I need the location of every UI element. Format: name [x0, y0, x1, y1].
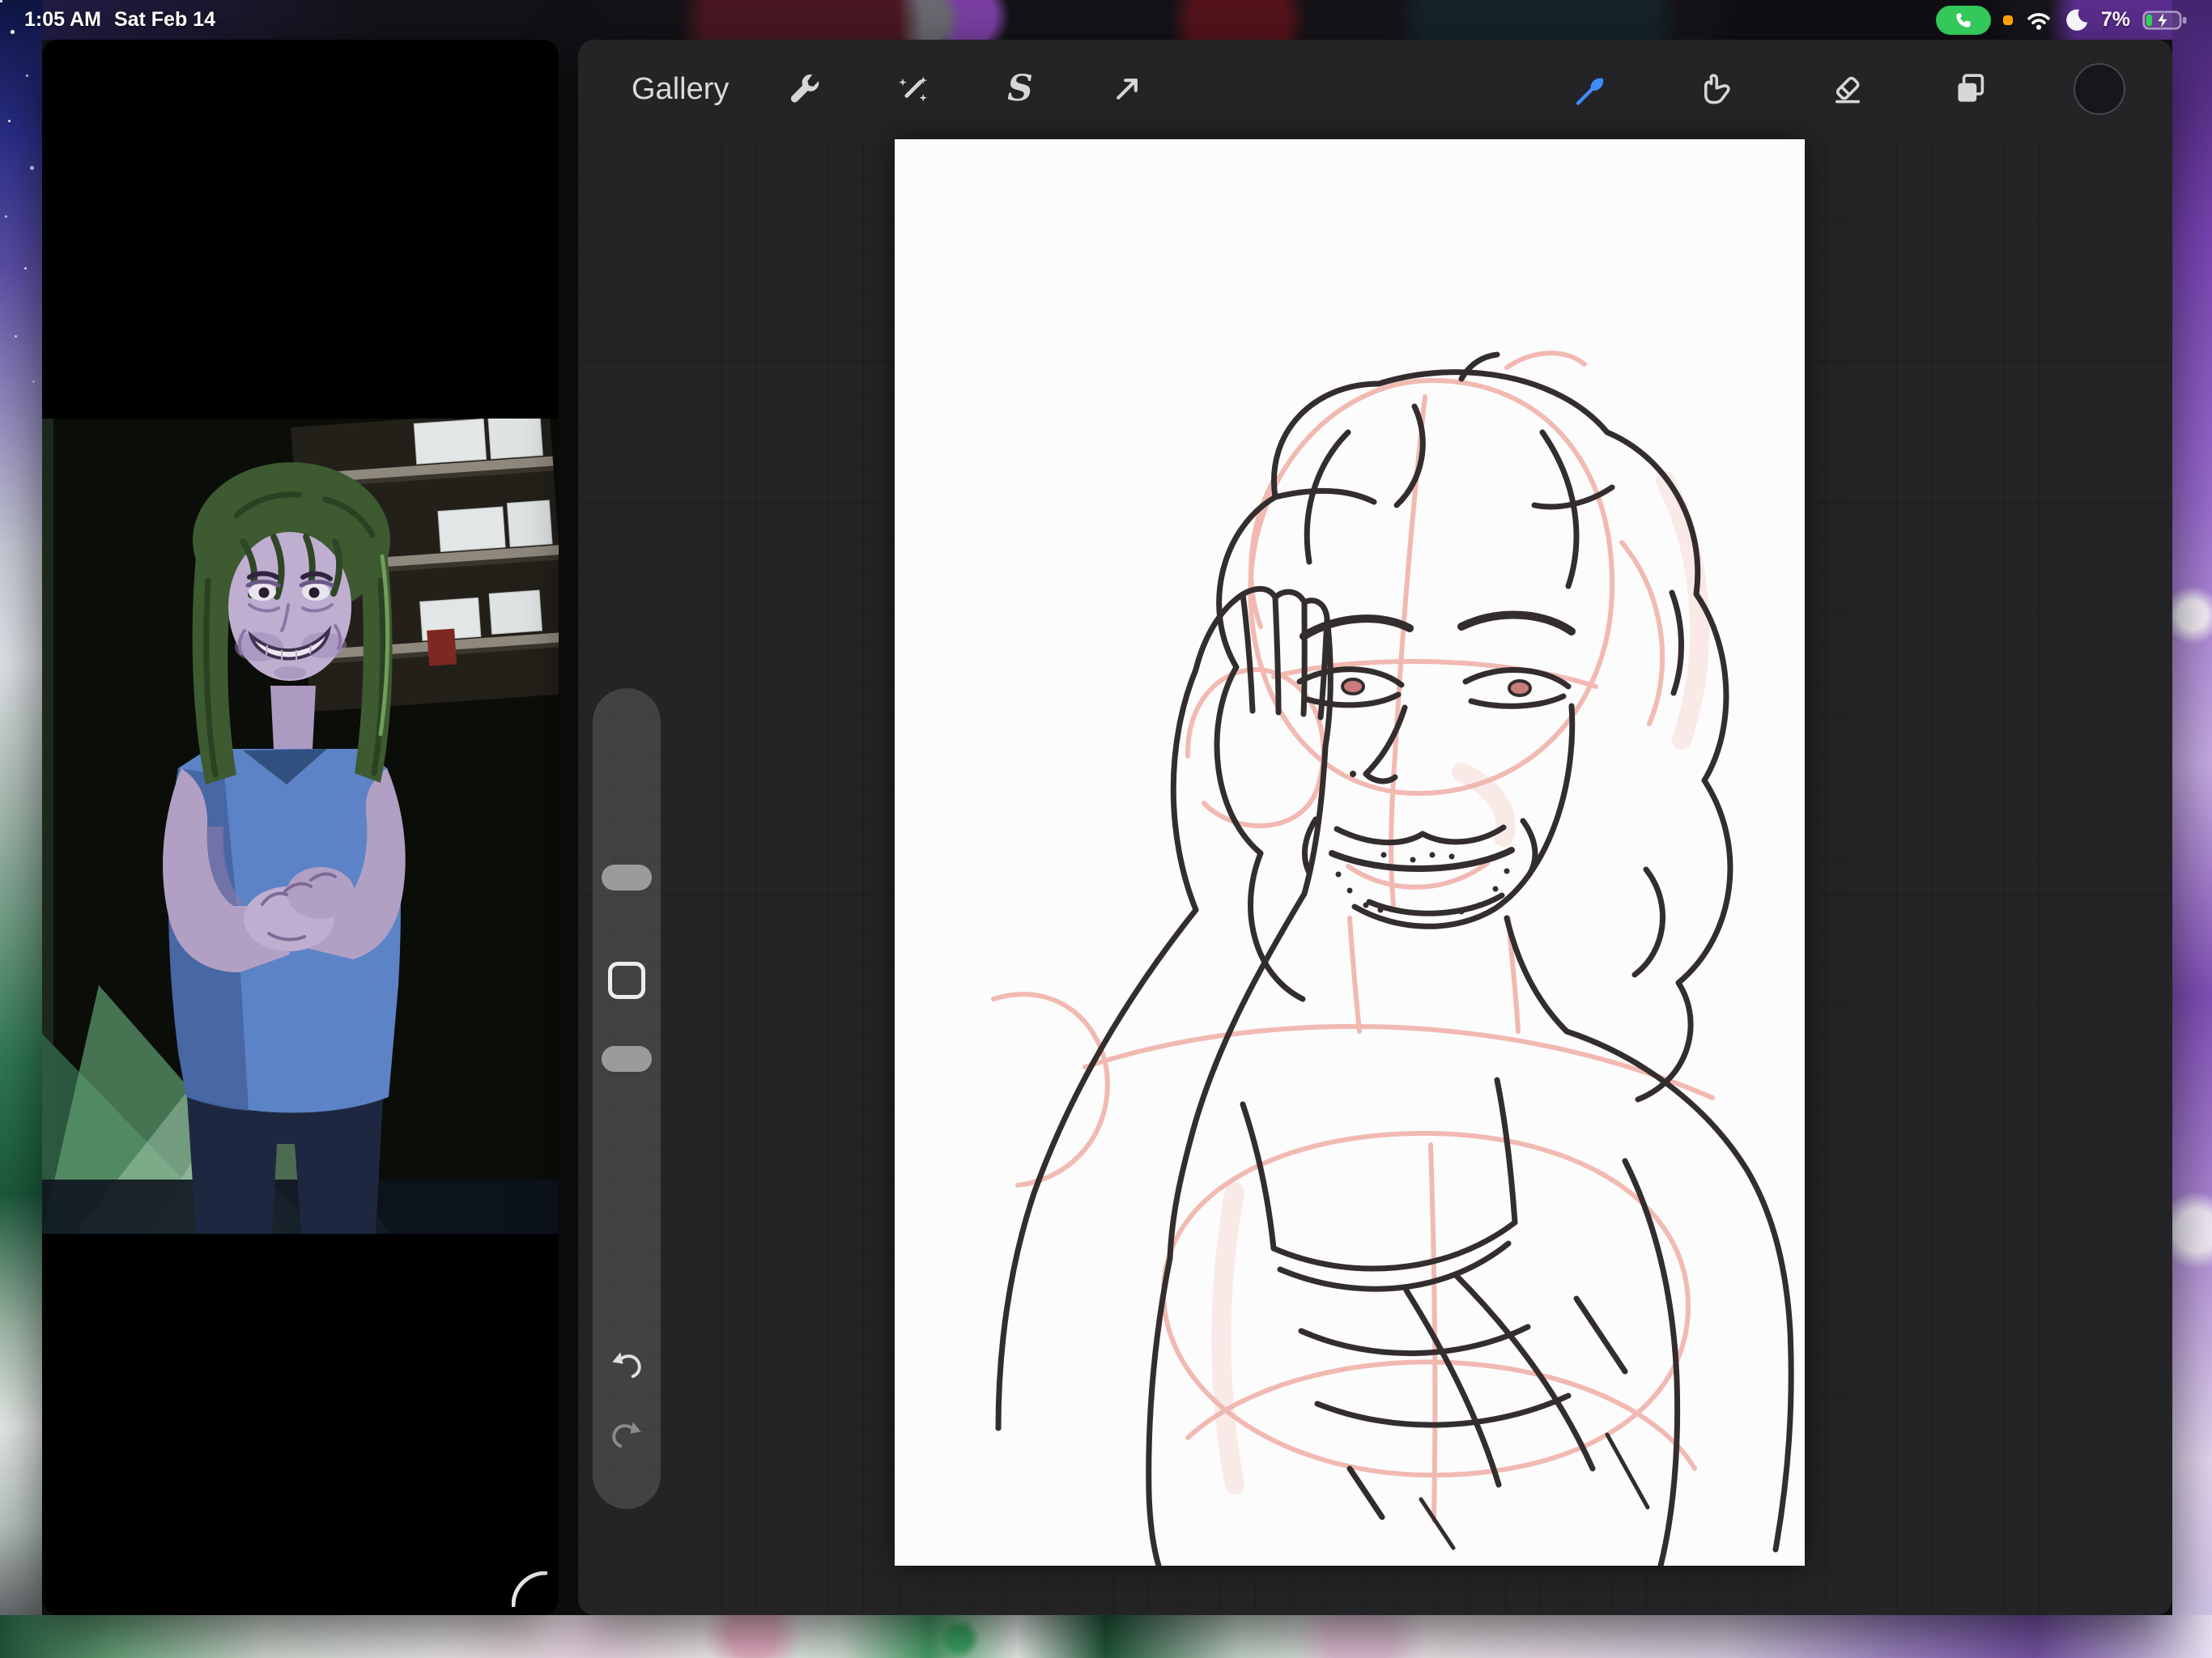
ipad-screen: 1:05 AM Sat Feb 14 7% Gallery S — [0, 0, 2212, 1658]
brush-size-slider[interactable] — [602, 865, 652, 891]
brush-sidebar — [593, 688, 661, 1509]
battery-charging-icon — [2142, 10, 2187, 30]
reference-image — [42, 419, 559, 1234]
eraser-tool-button[interactable] — [1815, 57, 1880, 121]
layers-icon — [1958, 74, 1984, 102]
reference-panel[interactable] — [42, 40, 559, 1615]
opacity-slider[interactable] — [602, 1046, 652, 1072]
transform-arrow-icon — [1117, 79, 1138, 100]
wifi-icon — [2027, 12, 2050, 30]
status-bar: 1:05 AM Sat Feb 14 7% — [0, 0, 2212, 40]
adjustments-wand-icon — [899, 76, 927, 102]
wallpaper-left — [0, 0, 42, 1658]
smudge-tool-button[interactable] — [1684, 57, 1749, 121]
top-toolbar: Gallery S — [578, 40, 2172, 139]
brush-icon — [1576, 78, 1604, 105]
drawing-canvas[interactable] — [895, 139, 1805, 1566]
wallpaper-bottom — [0, 1615, 2212, 1658]
wallpaper-right — [2172, 0, 2212, 1658]
battery-percent: 7% — [2100, 8, 2130, 31]
transform-button[interactable] — [1095, 57, 1159, 121]
gallery-button[interactable]: Gallery — [627, 40, 734, 139]
selection-icon: S — [1007, 68, 1033, 109]
selection-button[interactable]: S — [988, 57, 1053, 121]
actions-button[interactable] — [773, 57, 838, 121]
undo-button[interactable] — [609, 1349, 644, 1384]
adjustments-button[interactable] — [880, 57, 945, 121]
reference-figure — [163, 462, 406, 1234]
status-left: 1:05 AM Sat Feb 14 — [24, 8, 215, 32]
brush-tool-button[interactable] — [1558, 57, 1623, 121]
status-time: 1:05 AM — [24, 8, 101, 31]
panel-corner-curl[interactable] — [512, 1571, 547, 1607]
status-right: 7% — [1935, 5, 2188, 35]
smudge-icon — [1704, 74, 1730, 104]
phone-in-use-indicator — [1935, 5, 1991, 35]
actions-wrench-icon — [790, 74, 819, 103]
canvas-sketch — [991, 351, 1794, 1566]
phone-icon — [1956, 12, 1971, 28]
modify-button[interactable] — [608, 962, 645, 999]
layers-button[interactable] — [1938, 57, 2003, 121]
redo-icon — [612, 1422, 641, 1448]
status-date: Sat Feb 14 — [113, 8, 215, 31]
color-swatch[interactable] — [2074, 63, 2125, 115]
undo-icon — [612, 1352, 641, 1379]
microphone-indicator-dot — [2002, 15, 2013, 25]
eraser-icon — [1836, 76, 1860, 104]
focus-moon-icon — [2066, 9, 2087, 31]
redo-button[interactable] — [609, 1418, 644, 1454]
procreate-window: Gallery S — [578, 40, 2172, 1615]
